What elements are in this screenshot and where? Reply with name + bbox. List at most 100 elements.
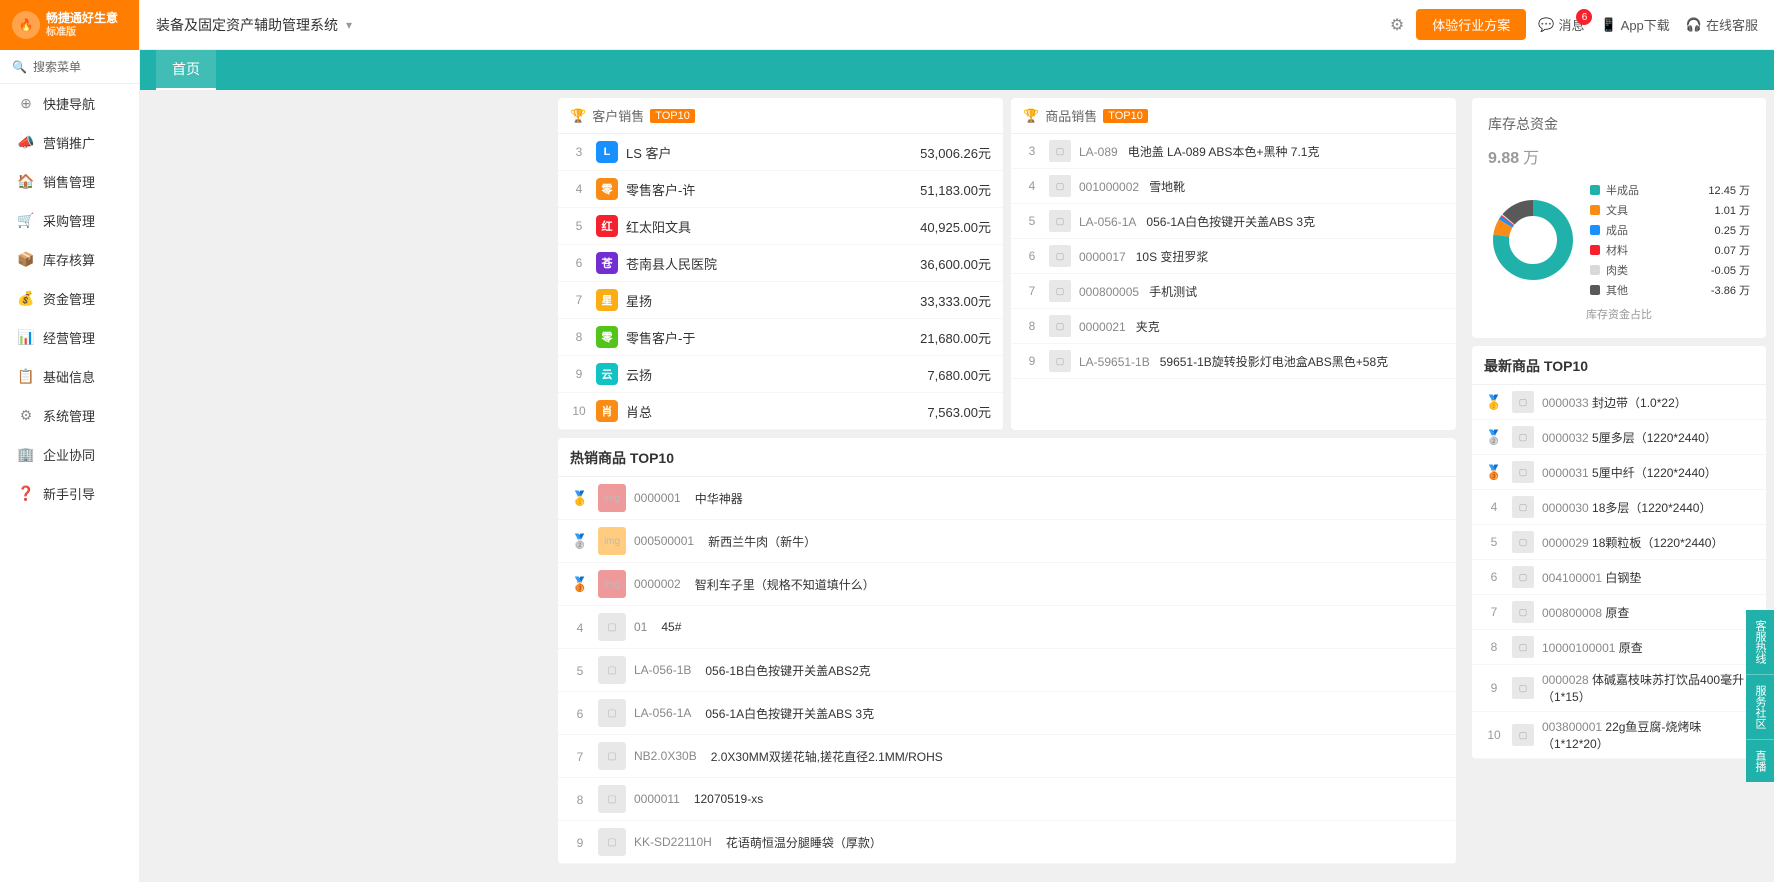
chevron-down-icon[interactable]: ▾ xyxy=(346,18,352,32)
middle-panel: 🏆 客户销售 TOP10 3 L LS 客户 53,006.26元 xyxy=(550,90,1464,882)
menu-icon-company: 🏢 xyxy=(17,446,35,464)
product-img: ▢ xyxy=(1049,315,1071,337)
latest-products-list: 🥇 ▢ 0000033 封边带（1.0*22） 🥈 ▢ 0000032 5厘多层… xyxy=(1472,385,1766,759)
customer-badge: 星 xyxy=(596,289,618,311)
phone-icon: 📱 xyxy=(1600,17,1616,33)
product-thumbnail: ▢ xyxy=(1512,601,1534,623)
legend-item: 文具 1.01 万 xyxy=(1590,202,1750,218)
customer-badge: 零 xyxy=(596,326,618,348)
product-thumbnail: ▢ xyxy=(598,785,626,813)
menu-icon-finance: 💰 xyxy=(17,290,35,308)
product-thumbnail: ▢ xyxy=(598,656,626,684)
product-img: ▢ xyxy=(1049,210,1071,232)
trial-button[interactable]: 体验行业方案 xyxy=(1416,9,1526,40)
sidebar-item-base-info[interactable]: 📋 基础信息 xyxy=(0,357,139,396)
list-item: 🥉 img 0000002 智利车子里（规格不知道填什么） xyxy=(558,563,1456,606)
table-row: 3 L LS 客户 53,006.26元 xyxy=(558,134,1003,171)
table-row: 9 ▢ LA-59651-1B 59651-1B旋转投影灯电池盒ABS黑色+58… xyxy=(1011,344,1456,379)
product-info: 0000021 夹克 xyxy=(1079,318,1444,335)
tab-home[interactable]: 首页 xyxy=(156,50,216,90)
table-row: 4 ▢ 001000002 雪地靴 xyxy=(1011,169,1456,204)
sidebar-item-finance[interactable]: 💰 资金管理 xyxy=(0,279,139,318)
product-thumbnail: ▢ xyxy=(1512,426,1534,448)
menu-icon-sales: 🏠 xyxy=(17,173,35,191)
app-download-button[interactable]: 📱 App下载 xyxy=(1600,15,1669,34)
hot-products-list: 🥇 img 0000001 中华神器 🥈 img 000500001 新西兰牛肉… xyxy=(558,477,1456,864)
table-row: 7 ▢ 000800005 手机测试 xyxy=(1011,274,1456,309)
menu-icon-base-info: 📋 xyxy=(17,368,35,386)
product-thumbnail: ▢ xyxy=(1512,496,1534,518)
table-row: 5 ▢ LA-056-1A 056-1A白色按键开关盖ABS 3克 xyxy=(1011,204,1456,239)
product-thumbnail: ▢ xyxy=(1512,677,1534,699)
product-img: ▢ xyxy=(1049,245,1071,267)
live-button[interactable]: 直播 xyxy=(1746,740,1774,782)
sidebar-search[interactable]: 🔍 搜索菜单 xyxy=(0,50,139,84)
list-item: 🥉 ▢ 0000031 5厘中纤（1220*2440） xyxy=(1472,455,1766,490)
sidebar-item-purchase[interactable]: 🛒 采购管理 xyxy=(0,201,139,240)
page-content: 🏆 客户销售 TOP10 3 L LS 客户 53,006.26元 xyxy=(140,90,1774,882)
legend-dot xyxy=(1590,285,1600,295)
rank-3: 🥉 xyxy=(570,576,590,593)
sidebar-item-sales[interactable]: 🏠 销售管理 xyxy=(0,162,139,201)
legend-item: 其他 -3.86 万 xyxy=(1590,282,1750,298)
customer-ranking-list: 3 L LS 客户 53,006.26元 4 零 零售客户-许 51,183.0… xyxy=(558,134,1003,430)
table-row: 4 零 零售客户-许 51,183.00元 xyxy=(558,171,1003,208)
sidebar-item-system[interactable]: ⚙ 系统管理 xyxy=(0,396,139,435)
sidebar-item-inventory[interactable]: 📦 库存核算 xyxy=(0,240,139,279)
message-button[interactable]: 💬 消息 6 xyxy=(1538,15,1584,34)
product-thumbnail: ▢ xyxy=(1512,566,1534,588)
rank-8: 8 xyxy=(570,792,590,807)
table-row: 6 ▢ 0000017 10S 变扭罗浆 xyxy=(1011,239,1456,274)
logo-icon: 🔥 xyxy=(12,11,40,39)
customer-badge: 肖 xyxy=(596,400,618,422)
sidebar-item-company[interactable]: 🏢 企业协同 xyxy=(0,435,139,474)
list-item: 6 ▢ 004100001 白钢垫 xyxy=(1472,560,1766,595)
product-info: 000800005 手机测试 xyxy=(1079,283,1444,300)
product-thumbnail: ▢ xyxy=(1512,391,1534,413)
product-ranking-header: 🏆 商品销售 TOP10 xyxy=(1011,98,1456,134)
sidebar-item-guide[interactable]: ❓ 新手引导 xyxy=(0,474,139,513)
service-community-button[interactable]: 服务社区 xyxy=(1746,675,1774,740)
menu-icon-marketing: 📣 xyxy=(17,134,35,152)
product-ranking-title: 商品销售 xyxy=(1045,106,1097,125)
hot-products-card: 热销商品 TOP10 🥇 img 0000001 中华神器 🥈 img 0005… xyxy=(558,438,1456,864)
rank-1: 🥇 xyxy=(570,490,590,507)
list-item: 7 ▢ 000800008 原查 xyxy=(1472,595,1766,630)
customer-badge: 云 xyxy=(596,363,618,385)
list-item: 9 ▢ 0000028 体碱嘉枝味苏打饮品400毫升（1*15） xyxy=(1472,665,1766,712)
inventory-amount-display: 9.88 万 xyxy=(1488,138,1750,170)
message-badge: 6 xyxy=(1576,9,1592,25)
product-thumbnail: img xyxy=(598,570,626,598)
left-panel xyxy=(140,90,550,882)
list-item: 4 ▢ 0000030 18多层（1220*2440） xyxy=(1472,490,1766,525)
list-item: 🥇 img 0000001 中华神器 xyxy=(558,477,1456,520)
product-thumbnail: ▢ xyxy=(1512,636,1534,658)
nav-tabs: 首页 xyxy=(140,50,1774,90)
legend-dot xyxy=(1590,265,1600,275)
rank-7: 7 xyxy=(570,749,590,764)
inventory-title: 库存总资金 xyxy=(1488,114,1750,134)
system-name: 装备及固定资产辅助管理系统 ▾ xyxy=(156,15,1378,35)
rank-4: 4 xyxy=(570,620,590,635)
product-img: ▢ xyxy=(1049,280,1071,302)
online-service-button[interactable]: 🎧 在线客服 xyxy=(1686,15,1758,34)
product-img: ▢ xyxy=(1049,175,1071,197)
chart-legend: 半成品 12.45 万 文具 1.01 万 成品 0.25 万 xyxy=(1590,182,1750,298)
product-info: 0000017 10S 变扭罗浆 xyxy=(1079,248,1444,265)
menu-icon-guide: ❓ xyxy=(17,485,35,503)
customer-top10-badge: TOP10 xyxy=(650,109,695,123)
sidebar-item-operations[interactable]: 📊 经营管理 xyxy=(0,318,139,357)
message-icon: 💬 xyxy=(1538,17,1554,33)
legend-item: 肉类 -0.05 万 xyxy=(1590,262,1750,278)
inventory-card: 库存总资金 9.88 万 xyxy=(1472,98,1766,338)
topbar: 装备及固定资产辅助管理系统 ▾ ⚙ 体验行业方案 💬 消息 6 📱 App下载 … xyxy=(140,0,1774,50)
sidebar-item-quick-nav[interactable]: ⊕ 快捷导航 xyxy=(0,84,139,123)
product-top10-badge: TOP10 xyxy=(1103,109,1148,123)
customer-ranking-card: 🏆 客户销售 TOP10 3 L LS 客户 53,006.26元 xyxy=(558,98,1003,430)
list-item: 9 ▢ KK-SD22110H 花语萌恒温分腿睡袋（厚款） xyxy=(558,821,1456,864)
sidebar-item-marketing[interactable]: 📣 营销推广 xyxy=(0,123,139,162)
rank-2: 🥈 xyxy=(570,533,590,550)
trophy-icon: 🏆 xyxy=(570,108,586,124)
customer-service-button[interactable]: 客服热线 xyxy=(1746,610,1774,675)
settings-icon[interactable]: ⚙ xyxy=(1390,15,1404,35)
